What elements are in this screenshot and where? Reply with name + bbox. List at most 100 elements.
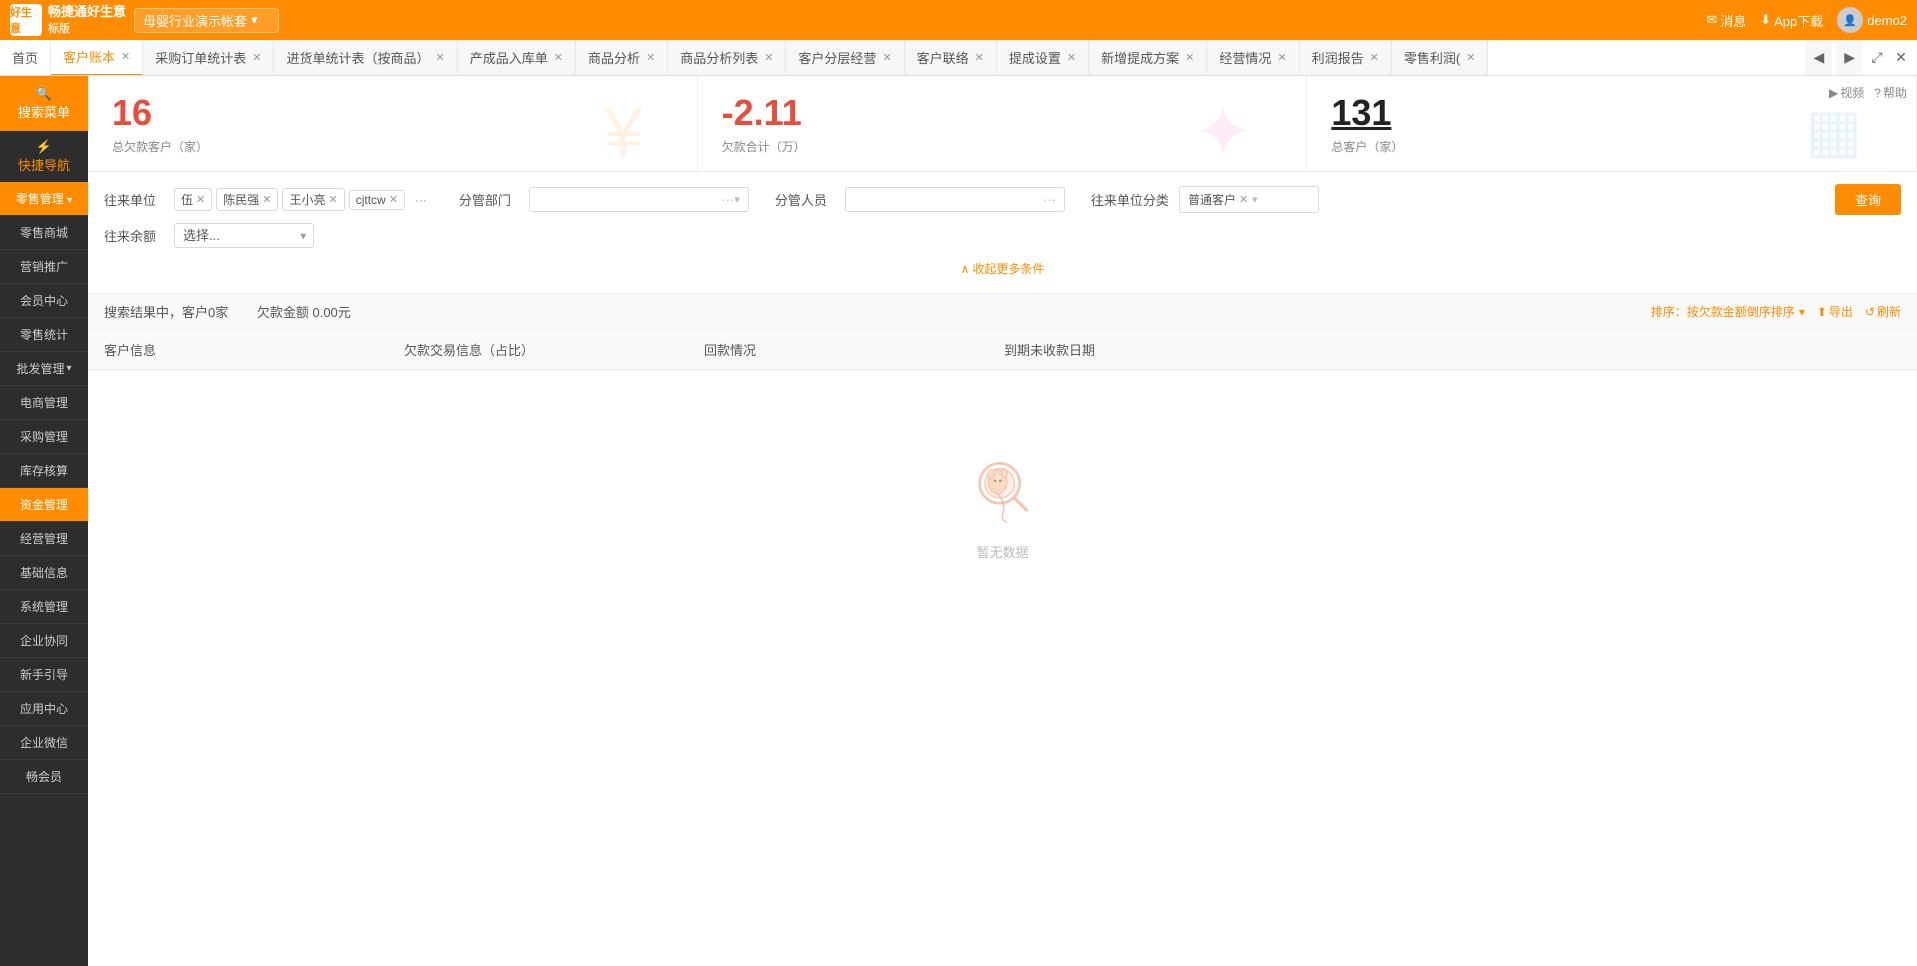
- sidebar-item-retail-mall[interactable]: 零售商城: [0, 216, 88, 250]
- filter-tag-chen[interactable]: 陈民强 ✕: [216, 188, 278, 211]
- download-icon: ⬇: [1760, 12, 1771, 28]
- tab-close-icon[interactable]: ✕: [975, 51, 984, 64]
- sidebar-item-new-guide[interactable]: 新手引导: [0, 658, 88, 692]
- sidebar: 🔍 搜索菜单 ⚡ 快捷导航 零售管理 ▾ 零售商城 营销推广 会员中心 零售统计…: [0, 76, 88, 966]
- tab-new-promotion[interactable]: 新增提成方案 ✕: [1089, 40, 1207, 76]
- sidebar-item-app-center[interactable]: 应用中心: [0, 692, 88, 726]
- tab-customer-book[interactable]: 客户账本 ✕: [51, 40, 143, 76]
- filter-tag-more[interactable]: ···: [409, 191, 433, 209]
- avatar: 👤: [1837, 7, 1863, 33]
- filter-tag-wang[interactable]: 王小亮 ✕: [282, 188, 344, 211]
- tab-close-icon[interactable]: ✕: [764, 51, 773, 64]
- tab-close-icon[interactable]: ✕: [1466, 51, 1475, 64]
- chevron-down-icon[interactable]: ▾: [1799, 305, 1805, 319]
- remove-tag-cjttcw[interactable]: ✕: [389, 193, 398, 206]
- tab-close-icon[interactable]: ✕: [252, 51, 261, 64]
- tab-close-icon[interactable]: ✕: [1277, 51, 1286, 64]
- tab-retail-profit[interactable]: 零售利润( ✕: [1392, 40, 1489, 76]
- user-avatar-area[interactable]: 👤 demo2: [1837, 7, 1907, 33]
- tab-stock-stats[interactable]: 进货单统计表（按商品） ✕: [274, 40, 457, 76]
- remove-tag-wu[interactable]: ✕: [196, 193, 205, 206]
- filter-dept-field[interactable]: [538, 192, 717, 207]
- filter-tag-wu[interactable]: 伍 ✕: [174, 188, 212, 211]
- tab-product-inbound-label: 产成品入库单: [470, 48, 548, 67]
- filter-row-1: 往来单位 伍 ✕ 陈民强 ✕ 王小亮 ✕ cjttcw: [104, 184, 1901, 215]
- sidebar-item-vip-member[interactable]: 畅会员: [0, 760, 88, 794]
- remove-tag-wang[interactable]: ✕: [328, 193, 337, 206]
- tab-product-analysis-list-label: 商品分析列表: [680, 48, 758, 67]
- message-btn[interactable]: ✉ 消息: [1706, 11, 1746, 30]
- app-download-btn[interactable]: ⬇ App下载: [1760, 11, 1823, 30]
- stat-number-customers: 16: [112, 92, 208, 134]
- query-button[interactable]: 查询: [1835, 184, 1901, 215]
- sidebar-quick-nav[interactable]: ⚡ 快捷导航: [0, 131, 88, 182]
- filter-staff-label: 分管人员: [775, 190, 835, 209]
- sidebar-item-basic-info[interactable]: 基础信息: [0, 556, 88, 590]
- collapse-row: ∧ 收起更多条件: [104, 256, 1901, 281]
- sidebar-item-purchase[interactable]: 采购管理: [0, 420, 88, 454]
- tab-profit-report[interactable]: 利润报告 ✕: [1300, 40, 1392, 76]
- tab-close-all-icon[interactable]: ✕: [1891, 48, 1911, 68]
- filter-staff-field[interactable]: [854, 192, 1039, 207]
- filter-dept-dots[interactable]: ···: [721, 192, 734, 207]
- sidebar-item-inventory[interactable]: 库存核算: [0, 454, 88, 488]
- tab-close-icon[interactable]: ✕: [436, 51, 445, 64]
- sidebar-item-marketing[interactable]: 营销推广: [0, 250, 88, 284]
- account-dropdown[interactable]: 母婴行业演示帐套 ▾: [134, 8, 279, 33]
- filter-staff-dots[interactable]: ···: [1043, 192, 1056, 207]
- collapse-button[interactable]: ∧ 收起更多条件: [961, 256, 1045, 281]
- sidebar-item-retail[interactable]: 零售管理 ▾: [0, 182, 88, 216]
- filter-tag-cjttcw[interactable]: cjttcw ✕: [349, 190, 405, 210]
- tab-close-icon[interactable]: ✕: [646, 51, 655, 64]
- sidebar-item-wholesale[interactable]: 批发管理 ▾: [0, 352, 88, 386]
- th-repayment: 回款情况: [704, 340, 1004, 359]
- tab-customer-segment-label: 客户分层经营: [798, 48, 876, 67]
- help-btn[interactable]: ? 帮助: [1874, 84, 1907, 101]
- sidebar-item-ecommerce[interactable]: 电商管理: [0, 386, 88, 420]
- tab-close-icon[interactable]: ✕: [121, 50, 130, 63]
- tab-next-arrow[interactable]: ▶: [1836, 40, 1863, 76]
- sidebar-inventory-label: 库存核算: [20, 464, 68, 478]
- tab-close-icon[interactable]: ✕: [554, 51, 563, 64]
- sidebar-search[interactable]: 🔍 搜索菜单: [0, 76, 88, 131]
- tab-customer-contact[interactable]: 客户联络 ✕: [905, 40, 997, 76]
- filter-unit-type-select[interactable]: 普通客户 ✕ ▾: [1179, 186, 1319, 213]
- tab-customer-segment[interactable]: 客户分层经营 ✕: [786, 40, 904, 76]
- tab-purchase-order[interactable]: 采购订单统计表 ✕: [143, 40, 274, 76]
- export-btn[interactable]: ⬆ 导出: [1817, 303, 1853, 320]
- sidebar-item-retail-stats[interactable]: 零售统计: [0, 318, 88, 352]
- sidebar-item-operations[interactable]: 经营管理: [0, 522, 88, 556]
- filter-dept-input[interactable]: ··· ▾: [529, 187, 749, 212]
- tab-close-icon[interactable]: ✕: [1067, 51, 1076, 64]
- chevron-down-icon: ▾: [67, 195, 72, 206]
- stat-number-debt: -2.11: [722, 92, 806, 134]
- logo-area: 好生意 畅捷通好生意 标版: [10, 4, 126, 36]
- sidebar-item-system[interactable]: 系统管理: [0, 590, 88, 624]
- tab-expand-icon[interactable]: ⤢: [1867, 48, 1887, 68]
- sidebar-operations-label: 经营管理: [20, 532, 68, 546]
- remove-tag-ordinary[interactable]: ✕: [1239, 193, 1248, 206]
- sidebar-item-enterprise-collab[interactable]: 企业协同: [0, 624, 88, 658]
- tab-product-analysis-list[interactable]: 商品分析列表 ✕: [668, 40, 786, 76]
- sidebar-item-finance[interactable]: 资金管理: [0, 488, 88, 522]
- tab-business-status[interactable]: 经营情况 ✕: [1207, 40, 1299, 76]
- filter-staff-input[interactable]: ···: [845, 187, 1065, 212]
- sidebar-item-member[interactable]: 会员中心: [0, 284, 88, 318]
- tab-business-status-label: 经营情况: [1219, 48, 1271, 67]
- tab-promotion-settings[interactable]: 提成设置 ✕: [997, 40, 1089, 76]
- tab-product-analysis[interactable]: 商品分析 ✕: [576, 40, 668, 76]
- tab-close-icon[interactable]: ✕: [1370, 51, 1379, 64]
- tab-product-inbound[interactable]: 产成品入库单 ✕: [458, 40, 576, 76]
- result-amount: 欠款金额 0.00元: [244, 305, 351, 320]
- video-btn[interactable]: ▶ 视频: [1829, 84, 1864, 101]
- tab-home[interactable]: 首页: [0, 40, 51, 76]
- remove-tag-chen[interactable]: ✕: [262, 193, 271, 206]
- tab-close-icon[interactable]: ✕: [1185, 51, 1194, 64]
- logo-icon: 好生意: [10, 4, 42, 36]
- filter-tag-ordinary[interactable]: 普通客户 ✕: [1188, 191, 1248, 208]
- filter-balance-select[interactable]: 选择...: [174, 223, 314, 248]
- tab-close-icon[interactable]: ✕: [882, 51, 891, 64]
- tab-prev-arrow[interactable]: ◀: [1805, 40, 1832, 76]
- refresh-btn[interactable]: ↺ 刷新: [1865, 303, 1901, 320]
- sidebar-item-enterprise-wechat[interactable]: 企业微信: [0, 726, 88, 760]
